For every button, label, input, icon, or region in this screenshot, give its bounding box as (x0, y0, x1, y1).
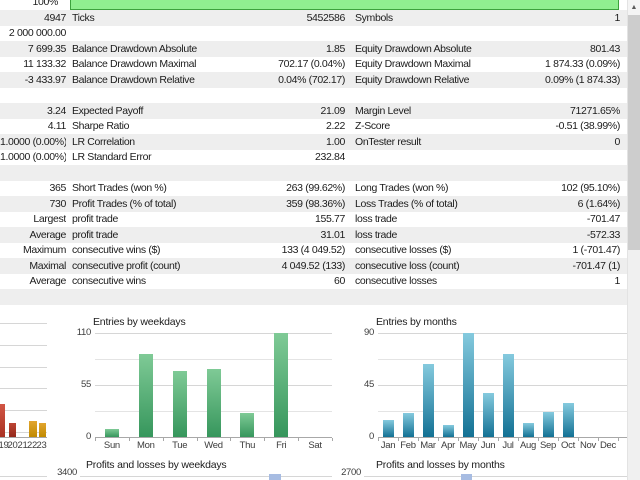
axis-tick (418, 438, 419, 441)
x-axis-label: 21 (17, 440, 28, 451)
axis-tick (518, 438, 519, 441)
x-axis-label: Tue (172, 440, 188, 451)
chart-title: Entries by weekdays (93, 316, 186, 328)
x-axis-label: Fri (276, 440, 287, 451)
axis-tick (264, 438, 266, 441)
y-axis-label: 90 (364, 327, 374, 338)
x-axis-label: Nov (580, 440, 596, 451)
gridline (0, 323, 47, 324)
gridline (378, 437, 628, 438)
y-axis-label: 110 (76, 327, 92, 338)
y-axis-label: 55 (81, 379, 91, 390)
x-axis-label: 20 (7, 440, 18, 451)
y-axis-label: 45 (364, 379, 374, 390)
vertical-scrollbar[interactable]: ▲ (627, 0, 640, 480)
y-axis-label: 0 (369, 431, 374, 442)
x-axis-label: Sat (308, 440, 322, 451)
axis-tick (298, 438, 300, 441)
gridline (0, 437, 47, 438)
bar (138, 354, 153, 437)
bar (522, 423, 534, 437)
x-axis-label: Wed (204, 440, 223, 451)
scroll-up-button[interactable]: ▲ (628, 0, 640, 15)
bar (274, 333, 289, 437)
x-axis-label: Apr (441, 440, 455, 451)
x-axis-label: Feb (400, 440, 416, 451)
bar (104, 429, 119, 437)
bar (9, 423, 16, 437)
axis-tick (478, 438, 479, 441)
bar (462, 333, 474, 437)
axis-tick (332, 438, 333, 441)
gridline (95, 437, 332, 438)
bar (240, 413, 255, 437)
bar (562, 403, 574, 437)
bar (422, 364, 434, 437)
axis-tick (498, 438, 499, 441)
chart-title: Profits and losses by weekdays (86, 459, 227, 471)
x-axis-label: 22 (27, 440, 37, 451)
gridline (0, 388, 47, 389)
axis-tick (196, 438, 198, 441)
bar (502, 354, 514, 437)
charts-section: Entries by weekdays Entries by months Pr… (0, 0, 640, 480)
x-axis-label: Dec (600, 440, 616, 451)
axis-tick (230, 438, 232, 441)
up-arrow-icon: ▲ (630, 4, 638, 11)
chart-title: Profits and losses by months (376, 459, 505, 471)
axis-tick (398, 438, 399, 441)
axis-tick (128, 438, 130, 441)
axis-tick (538, 438, 539, 441)
gridline (0, 476, 47, 477)
y-axis-label: 2700 (341, 467, 361, 478)
axis-tick (378, 438, 379, 441)
axis-tick (598, 438, 599, 441)
gridline (0, 410, 47, 411)
x-axis-label: Mon (136, 440, 155, 451)
bar (402, 413, 414, 437)
axis-tick (438, 438, 439, 441)
gridline (80, 476, 332, 477)
x-axis-label: 23 (36, 440, 47, 451)
bar (542, 412, 554, 437)
x-axis-label: Thu (239, 440, 256, 451)
gridline (95, 359, 332, 360)
bar (442, 425, 454, 437)
bar (29, 421, 37, 437)
x-axis-label: Jul (502, 440, 514, 451)
x-axis-label: Sun (103, 440, 120, 451)
scrollbar-thumb[interactable] (628, 15, 640, 250)
gridline (95, 333, 332, 334)
axis-tick (95, 438, 96, 441)
bar (172, 371, 187, 437)
x-axis-label: Aug (519, 440, 537, 451)
x-axis-label: Mar (420, 440, 436, 451)
x-axis-label: Jun (480, 440, 496, 451)
axis-tick (558, 438, 559, 441)
bar (269, 474, 281, 480)
x-axis-label: Sep (539, 440, 557, 451)
bar (38, 423, 46, 437)
y-axis-label: 3400 (57, 467, 77, 478)
gridline (364, 476, 628, 477)
x-axis-label: May (459, 440, 477, 451)
bar (0, 404, 5, 437)
axis-tick (618, 438, 619, 441)
bar (482, 393, 494, 437)
gridline (0, 345, 47, 346)
y-axis-label: 0 (86, 431, 91, 442)
gridline (0, 367, 47, 368)
strategy-tester-report: 100% 4947 Ticks 5452586 Symbols 1 2 000 000.0… (0, 0, 640, 480)
x-axis-label: Oct (561, 440, 575, 451)
axis-tick (162, 438, 164, 441)
axis-tick (578, 438, 579, 441)
bar (382, 420, 394, 437)
chart-title: Entries by months (376, 316, 457, 328)
bar (206, 369, 221, 437)
gridline (378, 333, 628, 334)
bar (461, 474, 472, 480)
x-axis-label: Jan (380, 440, 396, 451)
